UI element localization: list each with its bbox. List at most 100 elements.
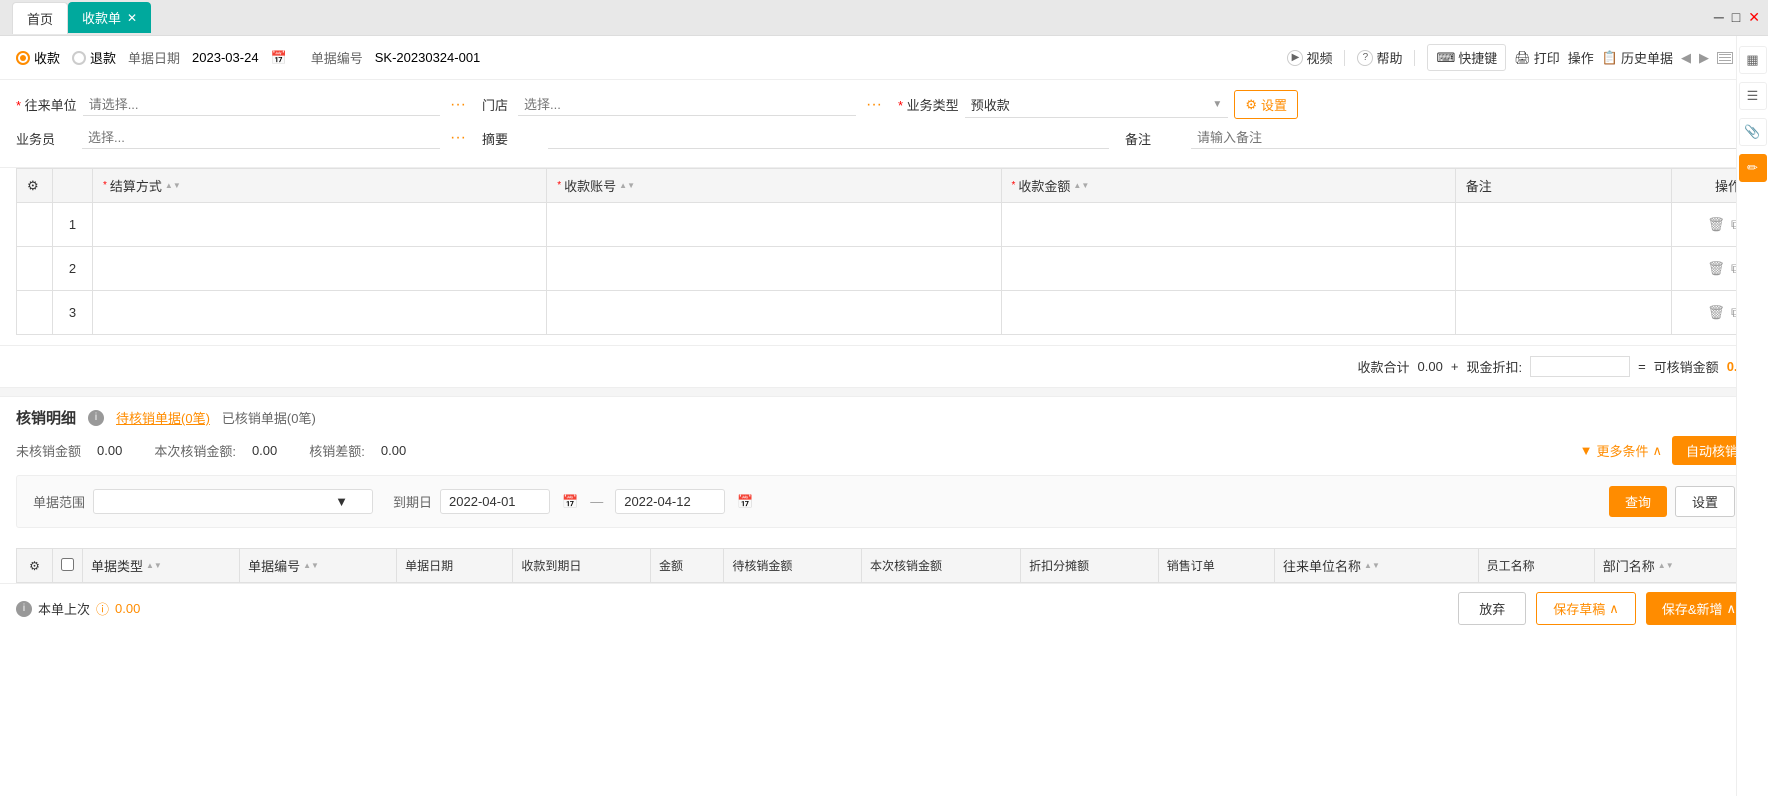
row1-payment[interactable]: [93, 203, 547, 247]
salesperson-more-icon[interactable]: ···: [450, 129, 466, 147]
main-area: 收款 退款 单据日期 2023-03-24 📅 单据编号 SK-20230324…: [0, 36, 1768, 796]
nav-next[interactable]: ▶: [1699, 50, 1709, 66]
row3-account[interactable]: [547, 291, 1001, 335]
bt-check-header[interactable]: [53, 549, 83, 583]
shortcut-btn[interactable]: ⌨ 快捷键: [1427, 44, 1506, 71]
video-btn[interactable]: ▶ 视频: [1287, 48, 1332, 67]
select-all-checkbox[interactable]: [61, 558, 74, 571]
calendar-end-icon[interactable]: 📅: [737, 494, 753, 510]
bt-amount-header: 金额: [651, 549, 724, 583]
salesperson-field: 业务员 ···: [16, 127, 466, 149]
date-value: 2023-03-24: [192, 50, 259, 65]
verify-pending-tab[interactable]: 待核销单据(0笔): [116, 408, 210, 427]
vendor-more-icon[interactable]: ···: [450, 96, 466, 114]
due-date-label: 到期日: [393, 492, 432, 511]
row2-account[interactable]: [547, 247, 1001, 291]
window-close[interactable]: ✕: [1748, 9, 1760, 26]
table-rownum-header: [53, 169, 93, 203]
doc-type-sort[interactable]: 单据类型 ▲▼: [91, 556, 162, 575]
radio-refund[interactable]: 退款: [72, 48, 116, 67]
save-draft-btn[interactable]: 保存草稿 ∧: [1536, 592, 1636, 625]
window-maximize[interactable]: □: [1732, 9, 1740, 26]
row2-payment[interactable]: [93, 247, 547, 291]
panel-doc-icon[interactable]: ☰: [1739, 82, 1767, 110]
store-input[interactable]: [518, 94, 856, 116]
order-info-icon[interactable]: ⓘ: [96, 599, 109, 618]
doc-num-value: SK-20230324-001: [375, 50, 481, 65]
summary-input[interactable]: [548, 127, 1109, 149]
row1-amount[interactable]: [1001, 203, 1455, 247]
settings-label: 设置: [1261, 95, 1287, 114]
row2-amount[interactable]: [1001, 247, 1455, 291]
diff-value: 0.00: [381, 443, 406, 458]
salesperson-input[interactable]: [82, 127, 440, 149]
start-date-input[interactable]: [440, 489, 550, 514]
sort-arrows-amount-icon: ▲▼: [1073, 182, 1089, 190]
remark-input[interactable]: [1191, 127, 1752, 149]
discount-input[interactable]: [1530, 356, 1630, 377]
operation-btn[interactable]: 操作: [1568, 48, 1594, 67]
verify-completed-tab[interactable]: 已核销单据(0笔): [222, 408, 316, 427]
table-row: 2 🗑 ⧉: [17, 247, 1752, 291]
row1-remark[interactable]: [1455, 203, 1671, 247]
tab-receipt-close[interactable]: ✕: [127, 11, 137, 25]
order-label: 本单上次: [38, 599, 90, 618]
row3-remark[interactable]: [1455, 291, 1671, 335]
filter-settings-btn[interactable]: 设置: [1675, 486, 1735, 517]
end-date-input[interactable]: [615, 489, 725, 514]
row1-account[interactable]: [547, 203, 1001, 247]
vendor-input[interactable]: [83, 94, 440, 116]
form-settings-btn[interactable]: ⚙ 设置: [1234, 90, 1298, 119]
equals-label: =: [1638, 359, 1646, 374]
tab-home[interactable]: 首页: [12, 2, 68, 34]
panel-clip-icon[interactable]: 📎: [1739, 118, 1767, 146]
row1-delete-icon[interactable]: 🗑: [1707, 216, 1725, 233]
panel-table-icon[interactable]: ▦: [1739, 46, 1767, 74]
diff-label: 核销差额:: [309, 441, 365, 460]
row2-remark[interactable]: [1455, 247, 1671, 291]
radio-receipt[interactable]: 收款: [16, 48, 60, 67]
summary-label: 摘要: [482, 129, 542, 148]
uncancelled-value: 0.00: [97, 443, 122, 458]
calendar-icon[interactable]: 📅: [271, 50, 287, 66]
info-icon[interactable]: i: [16, 601, 32, 617]
discount-label: 现金折扣:: [1466, 357, 1522, 376]
bt-doc-num-header: 单据编号 ▲▼: [240, 549, 397, 583]
tab-receipt-label: 收款单: [82, 8, 121, 27]
account-sort[interactable]: * 收款账号 ▲▼: [557, 176, 635, 195]
verify-info-icon[interactable]: i: [88, 410, 104, 426]
bt-employee-header: 员工名称: [1478, 549, 1594, 583]
right-panel: ▦ ☰ 📎 ✏: [1736, 36, 1768, 796]
history-btn[interactable]: 📋 历史单据: [1602, 48, 1673, 67]
doc-num-sort[interactable]: 单据编号 ▲▼: [248, 556, 319, 575]
dept-sort[interactable]: 部门名称 ▲▼: [1603, 556, 1674, 575]
print-btn[interactable]: 🖨 打印: [1514, 48, 1560, 67]
verify-title: 核销明细: [16, 407, 76, 428]
range-select[interactable]: ▼: [93, 489, 373, 514]
query-btn[interactable]: 查询: [1609, 486, 1667, 517]
row3-payment[interactable]: [93, 291, 547, 335]
calendar-start-icon[interactable]: 📅: [562, 494, 578, 510]
vendor-sort[interactable]: 往来单位名称 ▲▼: [1283, 556, 1380, 575]
window-minimize[interactable]: ─: [1714, 9, 1724, 26]
row3-amount[interactable]: [1001, 291, 1455, 335]
nav-prev[interactable]: ◀: [1681, 50, 1691, 66]
operation-label: 操作: [1568, 48, 1594, 67]
footer: i 本单上次 ⓘ 0.00 放弃 保存草稿 ∧ 保存&新增 ∧: [0, 583, 1768, 633]
amount-sort[interactable]: * 收款金额 ▲▼: [1012, 176, 1090, 195]
help-btn[interactable]: ? 帮助: [1357, 48, 1402, 67]
row3-delete-icon[interactable]: 🗑: [1707, 304, 1725, 321]
bt-gear-header[interactable]: ⚙: [17, 549, 53, 583]
store-more-icon[interactable]: ···: [866, 96, 882, 114]
abandon-btn[interactable]: 放弃: [1458, 592, 1526, 625]
panel-edit-icon[interactable]: ✏: [1739, 154, 1767, 182]
vendor-label: 往来单位: [16, 95, 77, 114]
bottom-table-header: ⚙ 单据类型 ▲▼ 单据编号 ▲▼: [17, 549, 1752, 583]
row2-delete-icon[interactable]: 🗑: [1707, 260, 1725, 277]
table-gear-header[interactable]: ⚙: [17, 169, 53, 203]
more-conditions-btn[interactable]: ▼ 更多条件 ∧: [1580, 441, 1662, 460]
tab-receipt[interactable]: 收款单 ✕: [68, 2, 151, 33]
business-type-select[interactable]: 预收款 ▼: [965, 92, 1229, 118]
tab-home-label: 首页: [27, 12, 53, 27]
payment-method-sort[interactable]: * 结算方式 ▲▼: [103, 176, 181, 195]
